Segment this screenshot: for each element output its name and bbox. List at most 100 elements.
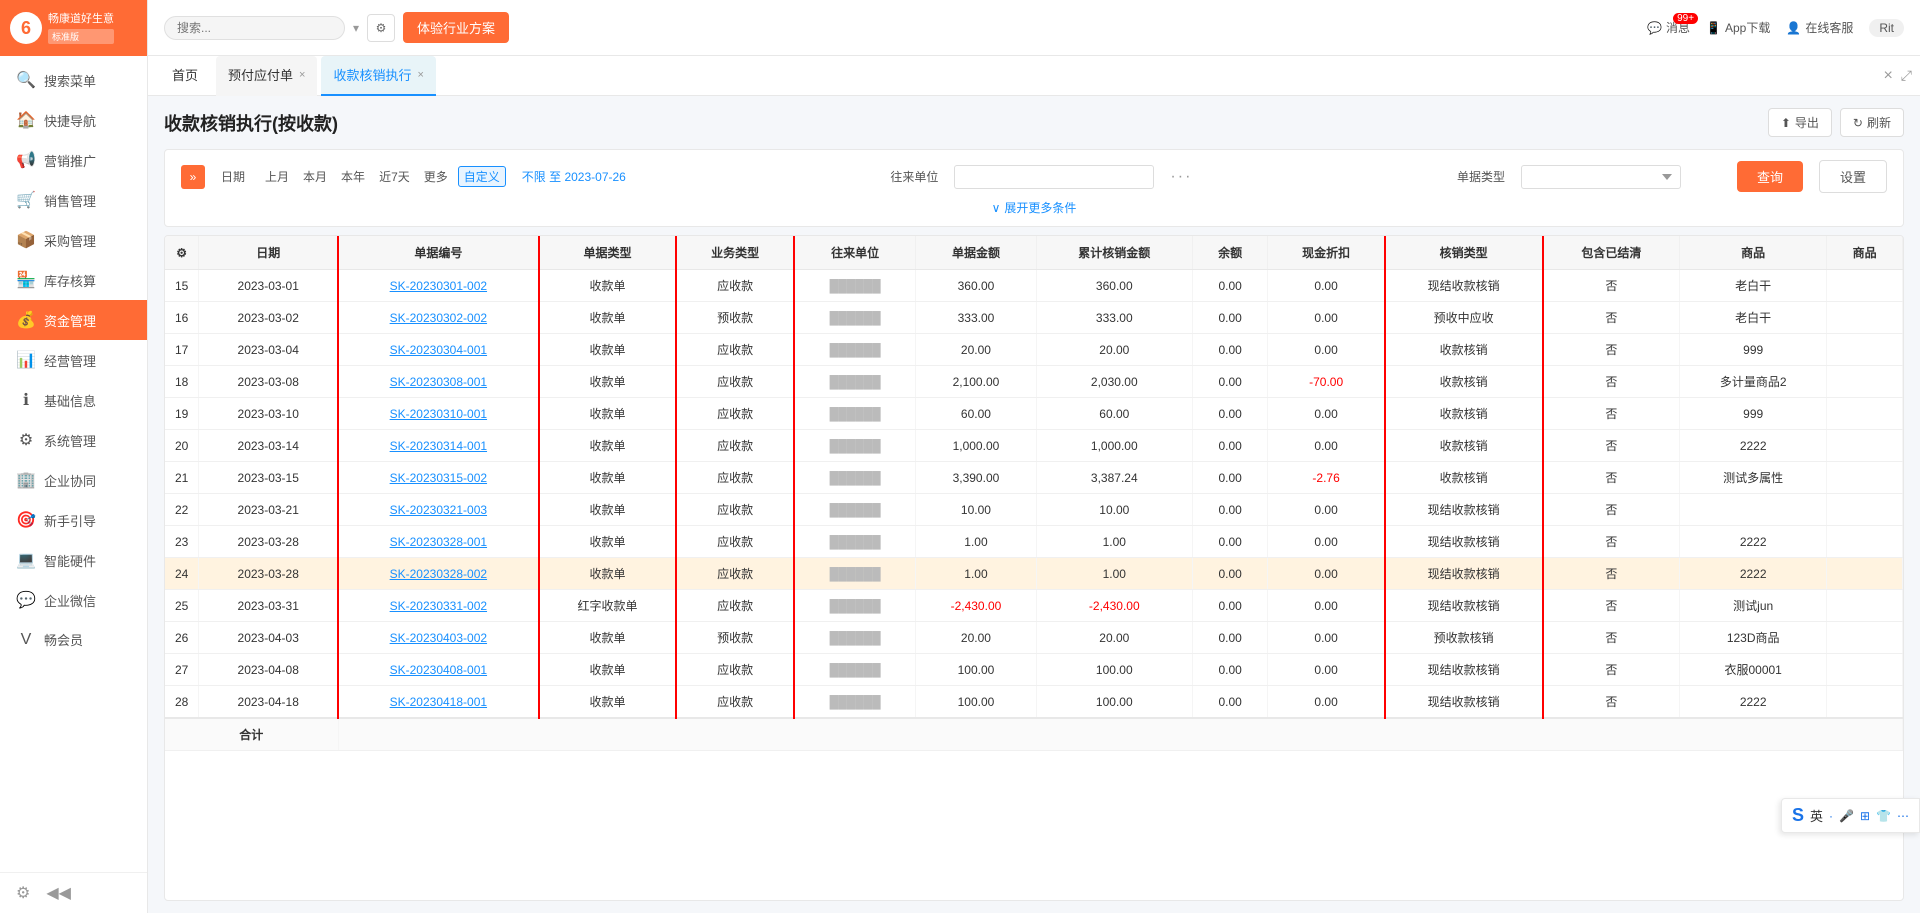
tabbar-expand[interactable]: ⤢ <box>1901 67 1912 84</box>
table-row[interactable]: 23 2023-03-28 SK-20230328-001 收款单 应收款 ██… <box>165 526 1903 558</box>
industry-solution-button[interactable]: 体验行业方案 <box>403 12 509 43</box>
table-row[interactable]: 16 2023-03-02 SK-20230302-002 收款单 预收款 ██… <box>165 302 1903 334</box>
sidebar-item-4[interactable]: 📦采购管理 <box>0 220 147 260</box>
topbar-gear-button[interactable]: ⚙ <box>367 14 395 42</box>
sidebar-collapse-icon[interactable]: ◀◀ <box>46 883 71 903</box>
topbar-search-input[interactable] <box>164 16 345 40</box>
th-accum[interactable]: 累计核销金额 <box>1036 236 1192 270</box>
sidebar-item-13[interactable]: 💬企业微信 <box>0 580 147 620</box>
expand-more-button[interactable]: ∨ 展开更多条件 <box>992 199 1077 216</box>
export-button[interactable]: ⬆ 导出 <box>1768 108 1832 137</box>
tab-verify[interactable]: 收款核销执行 × <box>321 56 435 96</box>
cell-balance: 0.00 <box>1192 526 1268 558</box>
sn-link[interactable]: SK-20230331-002 <box>390 599 487 613</box>
refresh-button[interactable]: ↻ 刷新 <box>1840 108 1904 137</box>
sidebar-item-14[interactable]: V畅会员 <box>0 620 147 659</box>
th-biz-type[interactable]: 业务类型 <box>676 236 794 270</box>
table-row[interactable]: 24 2023-03-28 SK-20230328-002 收款单 应收款 ██… <box>165 558 1903 590</box>
filter-vendor-dots[interactable]: ··· <box>1170 168 1192 186</box>
online-service-button[interactable]: 👤 在线客服 <box>1786 19 1853 36</box>
tab-prepay-close[interactable]: × <box>299 69 305 81</box>
filter-bill-type-select[interactable]: 收款单 红字收款单 <box>1521 165 1681 189</box>
sidebar-item-1[interactable]: 🏠快捷导航 <box>0 100 147 140</box>
filter-date-more[interactable]: 更多 <box>420 166 452 187</box>
app-download-button[interactable]: 📱 App下载 <box>1706 19 1770 36</box>
setting-button[interactable]: 设置 <box>1819 160 1887 193</box>
user-avatar[interactable]: Rit <box>1869 19 1904 37</box>
sidebar-item-6[interactable]: 💰资金管理 <box>0 300 147 340</box>
tabbar-close-all[interactable]: × <box>1883 67 1892 85</box>
sn-link[interactable]: SK-20230315-002 <box>390 471 487 485</box>
column-settings-icon[interactable]: ⚙ <box>176 246 187 260</box>
sn-link[interactable]: SK-20230408-001 <box>390 663 487 677</box>
th-amount[interactable]: 单据金额 <box>916 236 1036 270</box>
sidebar-item-8[interactable]: ℹ基础信息 <box>0 380 147 420</box>
table-row[interactable]: 21 2023-03-15 SK-20230315-002 收款单 应收款 ██… <box>165 462 1903 494</box>
cell-amount: 1.00 <box>916 558 1036 590</box>
sidebar-item-7[interactable]: 📊经营管理 <box>0 340 147 380</box>
sidebar-item-10[interactable]: 🏢企业协同 <box>0 460 147 500</box>
tab-home[interactable]: 首页 <box>156 56 214 96</box>
sn-link[interactable]: SK-20230314-001 <box>390 439 487 453</box>
sn-link[interactable]: SK-20230302-002 <box>390 311 487 325</box>
th-vendor[interactable]: 往来单位 <box>794 236 916 270</box>
th-balance[interactable]: 余额 <box>1192 236 1268 270</box>
table-row[interactable]: 18 2023-03-08 SK-20230308-001 收款单 应收款 ██… <box>165 366 1903 398</box>
sn-link[interactable]: SK-20230328-001 <box>390 535 487 549</box>
filter-date-this-month[interactable]: 本月 <box>299 166 331 187</box>
tab-prepay[interactable]: 预付应付单 × <box>216 56 317 96</box>
cell-goods2 <box>1827 302 1903 334</box>
sidebar-item-0[interactable]: 🔍搜索菜单 <box>0 60 147 100</box>
sn-link[interactable]: SK-20230304-001 <box>390 343 487 357</box>
filter-vendor-input[interactable] <box>954 165 1154 189</box>
tab-verify-close[interactable]: × <box>417 69 423 81</box>
cell-bill-type: 收款单 <box>539 686 677 719</box>
th-settings[interactable]: ⚙ <box>165 236 199 270</box>
sn-link[interactable]: SK-20230301-002 <box>390 279 487 293</box>
sticker-more-icon[interactable]: ⋯ <box>1897 809 1909 823</box>
filter-date-custom[interactable]: 自定义 <box>458 166 506 187</box>
th-goods2[interactable]: 商品 <box>1827 236 1903 270</box>
sn-link[interactable]: SK-20230321-003 <box>390 503 487 517</box>
sn-link[interactable]: SK-20230418-001 <box>390 695 487 709</box>
sidebar-item-9[interactable]: ⚙系统管理 <box>0 420 147 460</box>
sidebar-settings-icon[interactable]: ⚙ <box>16 883 30 903</box>
sticker-dot-icon[interactable]: · <box>1829 809 1833 823</box>
sn-link[interactable]: SK-20230328-002 <box>390 567 487 581</box>
th-bill-type[interactable]: 单据类型 <box>539 236 677 270</box>
th-sn[interactable]: 单据编号 <box>338 236 539 270</box>
sidebar-item-3[interactable]: 🛒销售管理 <box>0 180 147 220</box>
query-button[interactable]: 查询 <box>1737 161 1803 192</box>
th-included[interactable]: 包含已结清 <box>1543 236 1680 270</box>
th-verify-type[interactable]: 核销类型 <box>1385 236 1543 270</box>
table-row[interactable]: 27 2023-04-08 SK-20230408-001 收款单 应收款 ██… <box>165 654 1903 686</box>
table-row[interactable]: 15 2023-03-01 SK-20230301-002 收款单 应收款 ██… <box>165 270 1903 302</box>
sidebar-item-5[interactable]: 🏪库存核算 <box>0 260 147 300</box>
sn-link[interactable]: SK-20230403-002 <box>390 631 487 645</box>
table-row[interactable]: 25 2023-03-31 SK-20230331-002 红字收款单 应收款 … <box>165 590 1903 622</box>
table-row[interactable]: 20 2023-03-14 SK-20230314-001 收款单 应收款 ██… <box>165 430 1903 462</box>
sticker-en-icon[interactable]: 英 <box>1810 806 1823 825</box>
filter-date-7days[interactable]: 近7天 <box>375 166 414 187</box>
message-button[interactable]: 💬 消息 99+ <box>1647 19 1690 36</box>
table-row[interactable]: 19 2023-03-10 SK-20230310-001 收款单 应收款 ██… <box>165 398 1903 430</box>
sidebar-item-2[interactable]: 📢营销推广 <box>0 140 147 180</box>
filter-expand-button[interactable]: » <box>181 165 205 189</box>
sn-link[interactable]: SK-20230308-001 <box>390 375 487 389</box>
th-date[interactable]: 日期 <box>199 236 338 270</box>
table-row[interactable]: 17 2023-03-04 SK-20230304-001 收款单 应收款 ██… <box>165 334 1903 366</box>
table-row[interactable]: 28 2023-04-18 SK-20230418-001 收款单 应收款 ██… <box>165 686 1903 719</box>
sticker-shirt-icon[interactable]: 👕 <box>1876 809 1891 823</box>
th-goods1[interactable]: 商品 <box>1680 236 1827 270</box>
sidebar-item-12[interactable]: 💻智能硬件 <box>0 540 147 580</box>
sidebar-item-11[interactable]: 🎯新手引导 <box>0 500 147 540</box>
table-row[interactable]: 22 2023-03-21 SK-20230321-003 收款单 应收款 ██… <box>165 494 1903 526</box>
th-cash-disc[interactable]: 现金折扣 <box>1268 236 1385 270</box>
filter-date-last-month[interactable]: 上月 <box>261 166 293 187</box>
sn-link[interactable]: SK-20230310-001 <box>390 407 487 421</box>
sticker-mic-icon[interactable]: 🎤 <box>1839 809 1854 823</box>
filter-date-this-year[interactable]: 本年 <box>337 166 369 187</box>
table-row[interactable]: 26 2023-04-03 SK-20230403-002 收款单 预收款 ██… <box>165 622 1903 654</box>
sticker-grid-icon[interactable]: ⊞ <box>1860 809 1870 823</box>
topbar-dropdown-arrow[interactable]: ▾ <box>353 21 359 35</box>
